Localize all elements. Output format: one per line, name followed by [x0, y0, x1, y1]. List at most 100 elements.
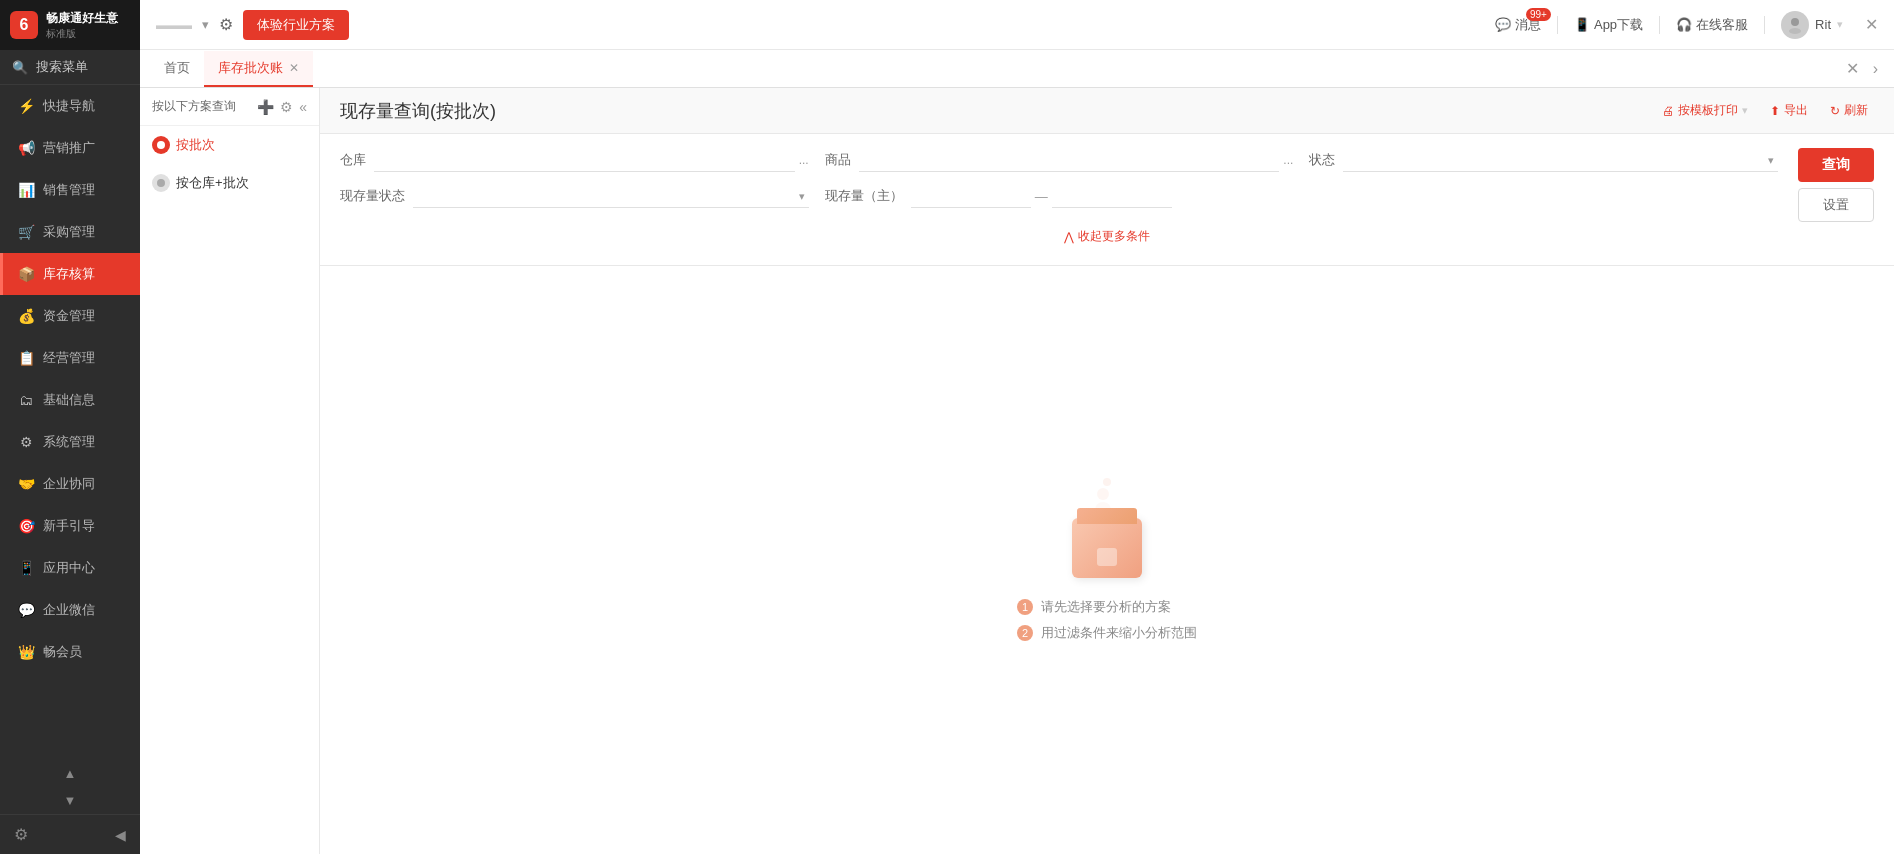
breadcrumb-dropdown-icon[interactable]: ▾ — [202, 17, 209, 32]
sidebar-item-label: 采购管理 — [43, 223, 95, 241]
scheme-item-by-batch[interactable]: 按批次 — [140, 126, 319, 164]
scheme-dot-active — [152, 136, 170, 154]
breadcrumb: ▬▬▬ — [156, 18, 192, 32]
trial-industry-button[interactable]: 体验行业方案 — [243, 10, 349, 40]
warehouse-more-button[interactable]: ... — [799, 153, 809, 167]
tab-inventory-batch[interactable]: 库存批次账 ✕ — [204, 51, 313, 87]
inventory-status-select[interactable]: 有库存 无库存 — [413, 184, 809, 208]
marketing-icon: 📢 — [17, 139, 35, 157]
sidebar-item-label: 快捷导航 — [43, 97, 95, 115]
sales-icon: 📊 — [17, 181, 35, 199]
sidebar-scroll-up[interactable]: ▲ — [0, 760, 140, 787]
filter-area: 仓库 ... 商品 ... 状态 — [320, 134, 1894, 266]
topbar-settings-icon[interactable]: ⚙ — [219, 15, 233, 34]
status-select[interactable]: 正常 停用 — [1343, 148, 1778, 172]
sidebar-bottom: ⚙ ◀ — [0, 814, 140, 854]
sidebar-item-app-center[interactable]: 📱 应用中心 — [0, 547, 140, 589]
inventory-main-dash: — — [1031, 189, 1052, 204]
finance-icon: 💰 — [17, 307, 35, 325]
system-icon: ⚙ — [17, 433, 35, 451]
page-title: 现存量查询(按批次) — [340, 99, 496, 123]
tab-bar-more[interactable]: › — [1867, 60, 1884, 78]
filter-status: 状态 正常 停用 — [1309, 148, 1778, 172]
online-service-button[interactable]: 🎧 在线客服 — [1676, 16, 1748, 34]
tab-inventory-batch-close[interactable]: ✕ — [289, 62, 299, 74]
export-label: 导出 — [1784, 102, 1808, 119]
app-download-icon: 📱 — [1574, 17, 1590, 32]
inventory-icon: 📦 — [17, 265, 35, 283]
collapse-more-label: 收起更多条件 — [1078, 228, 1150, 245]
product-more-button[interactable]: ... — [1283, 153, 1293, 167]
message-icon: 💬 — [1495, 17, 1511, 32]
inventory-main-to[interactable] — [1052, 184, 1172, 208]
sidebar-item-enterprise[interactable]: 🤝 企业协同 — [0, 463, 140, 505]
left-panel-header: 按以下方案查询 ➕ ⚙ « — [140, 88, 319, 126]
user-menu[interactable]: Rit ▾ — [1781, 11, 1843, 39]
empty-state: 1 请先选择要分析的方案 2 用过滤条件来缩小分析范围 — [320, 266, 1894, 854]
divider — [1557, 16, 1558, 34]
empty-tip-1: 1 请先选择要分析的方案 — [1017, 598, 1197, 616]
sidebar-settings-icon[interactable]: ⚙ — [14, 825, 28, 844]
sidebar-item-basic[interactable]: 🗂 基础信息 — [0, 379, 140, 421]
enterprise-wechat-icon: 💬 — [17, 601, 35, 619]
empty-box-face — [1097, 548, 1117, 566]
sidebar-item-guide[interactable]: 🎯 新手引导 — [0, 505, 140, 547]
user-avatar — [1781, 11, 1809, 39]
sidebar-item-marketing[interactable]: 📢 营销推广 — [0, 127, 140, 169]
right-panel: 现存量查询(按批次) 🖨 按模板打印 ▾ ⬆ 导出 ↻ 刷新 — [320, 88, 1894, 854]
page-actions: 🖨 按模板打印 ▾ ⬆ 导出 ↻ 刷新 — [1656, 98, 1874, 123]
sidebar-item-enterprise-wechat[interactable]: 💬 企业微信 — [0, 589, 140, 631]
collapse-more-icon: ⋀ — [1064, 230, 1074, 244]
sidebar-item-vip[interactable]: 👑 畅会员 — [0, 631, 140, 673]
topbar-right: 💬 消息 99+ 📱 App下载 🎧 在线客服 Rit ▾ — [1495, 11, 1878, 39]
print-button[interactable]: 🖨 按模板打印 ▾ — [1656, 98, 1754, 123]
tab-home-label: 首页 — [164, 59, 190, 77]
sidebar-item-label: 企业协同 — [43, 475, 95, 493]
refresh-button[interactable]: ↻ 刷新 — [1824, 98, 1874, 123]
collapse-panel-button[interactable]: « — [299, 99, 307, 115]
filter-inventory-status: 现存量状态 有库存 无库存 — [340, 184, 809, 208]
sidebar-item-sales[interactable]: 📊 销售管理 — [0, 169, 140, 211]
topbar-left: ▬▬▬ ▾ ⚙ 体验行业方案 — [156, 10, 349, 40]
close-panel-btn[interactable]: ✕ — [1865, 15, 1878, 34]
scheme-item-by-warehouse-batch[interactable]: 按仓库+批次 — [140, 164, 319, 202]
scheme-settings-button[interactable]: ⚙ — [280, 99, 293, 115]
collapse-more-button[interactable]: ⋀ 收起更多条件 — [340, 222, 1874, 251]
inventory-main-from[interactable] — [911, 184, 1031, 208]
sidebar-item-label: 营销推广 — [43, 139, 95, 157]
sidebar-search[interactable]: 🔍 搜索菜单 — [0, 50, 140, 85]
sidebar-item-label: 库存核算 — [43, 265, 95, 283]
sidebar-title-area: 畅康通好生意 标准版 — [46, 10, 118, 41]
smoke-circle-2 — [1097, 488, 1109, 500]
add-scheme-button[interactable]: ➕ — [257, 99, 274, 115]
sidebar-collapse-icon[interactable]: ◀ — [115, 827, 126, 843]
export-button[interactable]: ⬆ 导出 — [1764, 98, 1814, 123]
empty-box — [1072, 518, 1142, 578]
filter-row-2: 现存量状态 有库存 无库存 现存量（主） — [340, 184, 1778, 208]
sidebar-nav: ⚡ 快捷导航 📢 营销推广 📊 销售管理 🛒 采购管理 📦 库存核算 💰 资金管… — [0, 85, 140, 760]
refresh-icon: ↻ — [1830, 104, 1840, 118]
online-service-label: 在线客服 — [1696, 16, 1748, 34]
sidebar-item-inventory[interactable]: 📦 库存核算 — [0, 253, 140, 295]
left-panel: 按以下方案查询 ➕ ⚙ « 按批次 按仓库+批次 — [140, 88, 320, 854]
filter-settings-button[interactable]: 设置 — [1798, 188, 1874, 222]
query-button[interactable]: 查询 — [1798, 148, 1874, 182]
sidebar-item-finance[interactable]: 💰 资金管理 — [0, 295, 140, 337]
tab-bar-close-all[interactable]: ✕ — [1838, 59, 1867, 78]
sidebar-item-label: 应用中心 — [43, 559, 95, 577]
tab-bar: 首页 库存批次账 ✕ ✕ › — [140, 50, 1894, 88]
left-panel-title: 按以下方案查询 — [152, 98, 236, 115]
sidebar-item-system[interactable]: ⚙ 系统管理 — [0, 421, 140, 463]
sidebar-item-operations[interactable]: 📋 经营管理 — [0, 337, 140, 379]
warehouse-input[interactable] — [374, 148, 795, 172]
app-download-button[interactable]: 📱 App下载 — [1574, 16, 1643, 34]
tab-home[interactable]: 首页 — [150, 51, 204, 87]
empty-tips: 1 请先选择要分析的方案 2 用过滤条件来缩小分析范围 — [1017, 598, 1197, 642]
filter-fields: 仓库 ... 商品 ... 状态 — [340, 148, 1778, 208]
message-button[interactable]: 💬 消息 99+ — [1495, 16, 1541, 34]
product-input[interactable] — [859, 148, 1280, 172]
sidebar-scroll-down[interactable]: ▼ — [0, 787, 140, 814]
sidebar-item-quick-nav[interactable]: ⚡ 快捷导航 — [0, 85, 140, 127]
left-panel-actions: ➕ ⚙ « — [257, 99, 307, 115]
sidebar-item-purchase[interactable]: 🛒 采购管理 — [0, 211, 140, 253]
